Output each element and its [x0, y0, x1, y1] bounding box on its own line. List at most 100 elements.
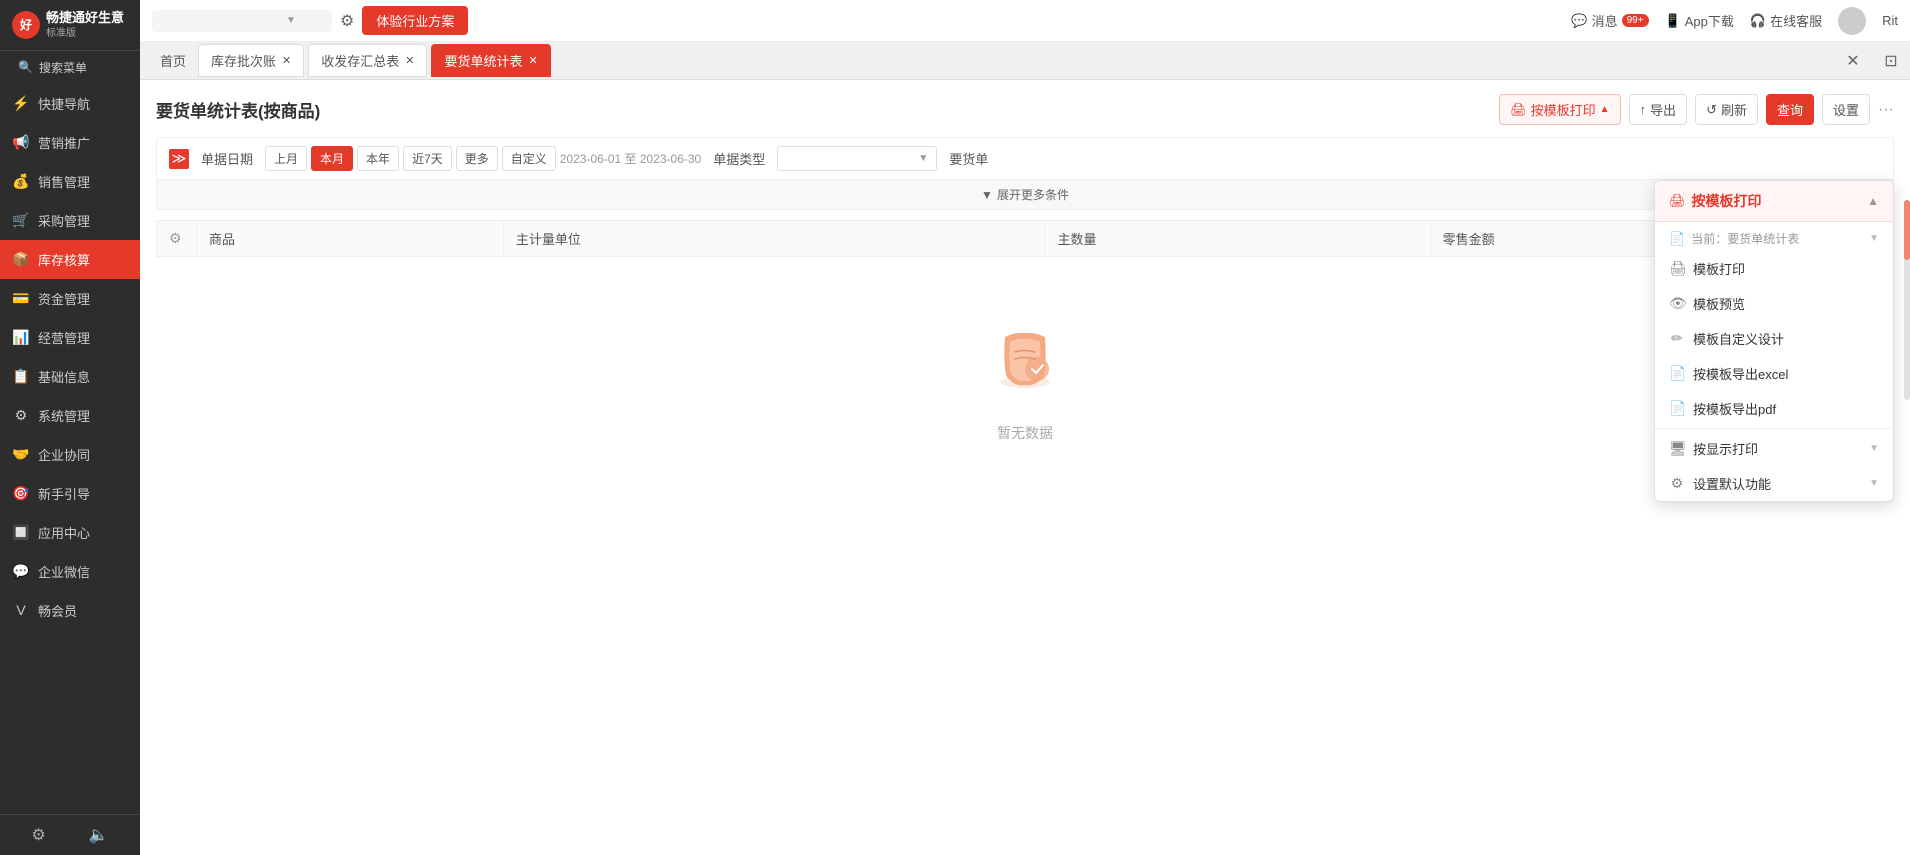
sidebar-item-basic[interactable]: 📋 基础信息	[0, 357, 140, 396]
headset-icon: 🎧	[1750, 13, 1766, 29]
table-settings-icon[interactable]: ⚙	[169, 230, 182, 246]
current-doc-icon: 📄	[1669, 231, 1685, 247]
sidebar-item-wechat-label: 企业微信	[38, 562, 90, 581]
dropdown-template-excel[interactable]: 📄 按模板导出excel	[1655, 356, 1893, 391]
dropdown-arrow-icon: ▼	[286, 15, 296, 26]
date-group: 上月 本月 本年 近7天 更多	[265, 146, 701, 171]
right-scrollbar[interactable]	[1904, 200, 1910, 400]
sidebar-item-collab[interactable]: 🤝 企业协同	[0, 435, 140, 474]
dropdown-set-default[interactable]: ⚙ 设置默认功能 ▼	[1655, 466, 1893, 501]
tab-batch-close[interactable]: ✕	[282, 54, 291, 67]
dropdown-template-preview[interactable]: 👁 模板预览	[1655, 286, 1893, 321]
logo-text: 畅捷通好生意 标准版	[46, 10, 124, 40]
sidebar-item-wechat[interactable]: 💬 企业微信	[0, 552, 140, 591]
guide-icon: 🎯	[12, 484, 30, 502]
settings-icon[interactable]: ⚙	[31, 825, 45, 845]
sidebar-item-shortcut-label: 快捷导航	[38, 94, 90, 113]
order-filter-label: 要货单	[949, 149, 988, 168]
sidebar-item-guide[interactable]: 🎯 新手引导	[0, 474, 140, 513]
dropdown-current-label: 当前：要货单统计表	[1691, 230, 1799, 247]
sidebar-item-purchase[interactable]: 🛒 采购管理	[0, 201, 140, 240]
search-icon: 🔍	[18, 60, 33, 74]
search-input[interactable]	[162, 14, 282, 28]
sidebar-item-shortcut[interactable]: ⚡ 快捷导航	[0, 84, 140, 123]
dropdown-template-pdf[interactable]: 📄 按模板导出pdf	[1655, 391, 1893, 426]
sidebar-item-marketing[interactable]: 📢 营销推广	[0, 123, 140, 162]
topbar: ▼ ⚙ 体验行业方案 💬 消息 99+ 📱 App下载 🎧 在线客服 Rit	[140, 0, 1910, 42]
sales-icon: 💰	[12, 172, 30, 190]
filter-toggle-button[interactable]: ≫	[169, 149, 189, 169]
topbar-search[interactable]: ▼	[152, 10, 332, 32]
tab-collection[interactable]: 收发存汇总表 ✕	[308, 44, 427, 77]
shortcut-icon: ⚡	[12, 94, 30, 112]
date-last-7days[interactable]: 近7天	[403, 146, 452, 171]
tab-batch[interactable]: 库存批次账 ✕	[198, 44, 304, 77]
dropdown-printer-icon: 🖨	[1669, 193, 1686, 209]
content-area: 要货单统计表(按商品) 🖨 按模板打印 ▲ ↑ 导出 ↺ 刷新	[140, 80, 1910, 855]
app-download-item[interactable]: 📱 App下载	[1665, 11, 1734, 30]
dropdown-up-icon[interactable]: ▲	[1867, 194, 1879, 208]
sidebar-item-sales-label: 销售管理	[38, 172, 90, 191]
trial-button[interactable]: 体验行业方案	[362, 6, 468, 35]
sidebar-item-appstore[interactable]: 🔲 应用中心	[0, 513, 140, 552]
sidebar-item-inventory[interactable]: 📦 库存核算	[0, 240, 140, 279]
query-button[interactable]: 查询	[1766, 94, 1814, 125]
tab-order-close[interactable]: ✕	[529, 54, 538, 67]
date-more[interactable]: 更多	[456, 146, 498, 171]
page-header: 要货单统计表(按商品) 🖨 按模板打印 ▲ ↑ 导出 ↺ 刷新	[156, 94, 1894, 125]
dropdown-current-section: 📄 当前：要货单统计表 ▼	[1655, 222, 1893, 251]
messages-item[interactable]: 💬 消息 99+	[1571, 11, 1648, 30]
date-custom[interactable]: 自定义	[502, 146, 556, 171]
close-window-button[interactable]: ✕	[1834, 42, 1872, 80]
dropdown-template-print[interactable]: 🖨 模板打印	[1655, 251, 1893, 286]
set-default-icon: ⚙	[1669, 475, 1685, 492]
sidebar-search[interactable]: 🔍 搜索菜单	[0, 51, 140, 84]
template-pdf-icon: 📄	[1669, 400, 1685, 417]
sidebar-item-operation[interactable]: 📊 经营管理	[0, 318, 140, 357]
template-print-icon: 🖨	[1669, 260, 1685, 277]
sidebar-footer: ⚙ 🔈	[0, 814, 140, 855]
tab-order[interactable]: 要货单统计表 ✕	[431, 44, 550, 77]
data-table: ⚙ 商品 主计量单位 主数量 零售金额	[156, 220, 1894, 257]
date-current-year[interactable]: 本年	[357, 146, 399, 171]
tab-home[interactable]: 首页	[152, 45, 194, 76]
order-type-select[interactable]: ▼	[777, 146, 937, 171]
sidebar-item-appstore-label: 应用中心	[38, 523, 90, 542]
user-avatar[interactable]	[1838, 7, 1866, 35]
dropdown-display-print[interactable]: 🖥 按显示打印 ▼	[1655, 431, 1893, 466]
page-actions: 🖨 按模板打印 ▲ ↑ 导出 ↺ 刷新 查询	[1499, 94, 1894, 125]
more-icon[interactable]: ···	[1878, 101, 1894, 119]
table-header-row: ⚙ 商品 主计量单位 主数量 零售金额	[157, 221, 1894, 257]
dropdown-menu: 🖨 按模板打印 ▲ 📄 当前：要货单统计表 ▼ 🖨 模板打印 👁	[1654, 180, 1894, 502]
sidebar-item-member[interactable]: V 畅会员	[0, 591, 140, 630]
volume-icon[interactable]: 🔈	[89, 825, 109, 845]
refresh-icon: ↺	[1706, 102, 1717, 118]
sidebar: 好 畅捷通好生意 标准版 🔍 搜索菜单 ⚡ 快捷导航 📢 营销推广 💰 销售管理…	[0, 0, 140, 855]
template-preview-icon: 👁	[1669, 295, 1685, 312]
date-last-month[interactable]: 上月	[265, 146, 307, 171]
dropdown-template-design[interactable]: ✏ 模板自定义设计	[1655, 321, 1893, 356]
sidebar-item-finance[interactable]: 💳 资金管理	[0, 279, 140, 318]
expand-more-button[interactable]: ▼ 展开更多条件	[157, 179, 1893, 209]
settings-button[interactable]: 设置	[1822, 94, 1870, 125]
inventory-icon: 📦	[12, 250, 30, 268]
tab-collection-close[interactable]: ✕	[405, 54, 414, 67]
printer-icon: 🖨	[1510, 102, 1527, 118]
username-label: Rit	[1882, 13, 1898, 28]
export-button[interactable]: ↑ 导出	[1629, 94, 1688, 125]
scrollbar-thumb	[1904, 200, 1910, 260]
online-service-item[interactable]: 🎧 在线客服	[1750, 11, 1822, 30]
refresh-button[interactable]: ↺ 刷新	[1695, 94, 1758, 125]
topbar-gear-icon[interactable]: ⚙	[340, 11, 354, 31]
set-default-arrow-icon: ▼	[1869, 478, 1879, 489]
template-design-icon: ✏	[1669, 330, 1685, 347]
dropdown-header-title: 按模板打印	[1692, 191, 1762, 211]
date-current-month[interactable]: 本月	[311, 146, 353, 171]
sidebar-item-sales[interactable]: 💰 销售管理	[0, 162, 140, 201]
dropdown-current-arrow: ▼	[1869, 233, 1879, 244]
expand-window-button[interactable]: ⊡	[1872, 42, 1910, 80]
sidebar-item-collab-label: 企业协同	[38, 445, 90, 464]
print-button[interactable]: 🖨 按模板打印 ▲	[1499, 94, 1620, 125]
dropdown-header-icons: ▲	[1867, 194, 1879, 208]
sidebar-item-system[interactable]: ⚙ 系统管理	[0, 396, 140, 435]
